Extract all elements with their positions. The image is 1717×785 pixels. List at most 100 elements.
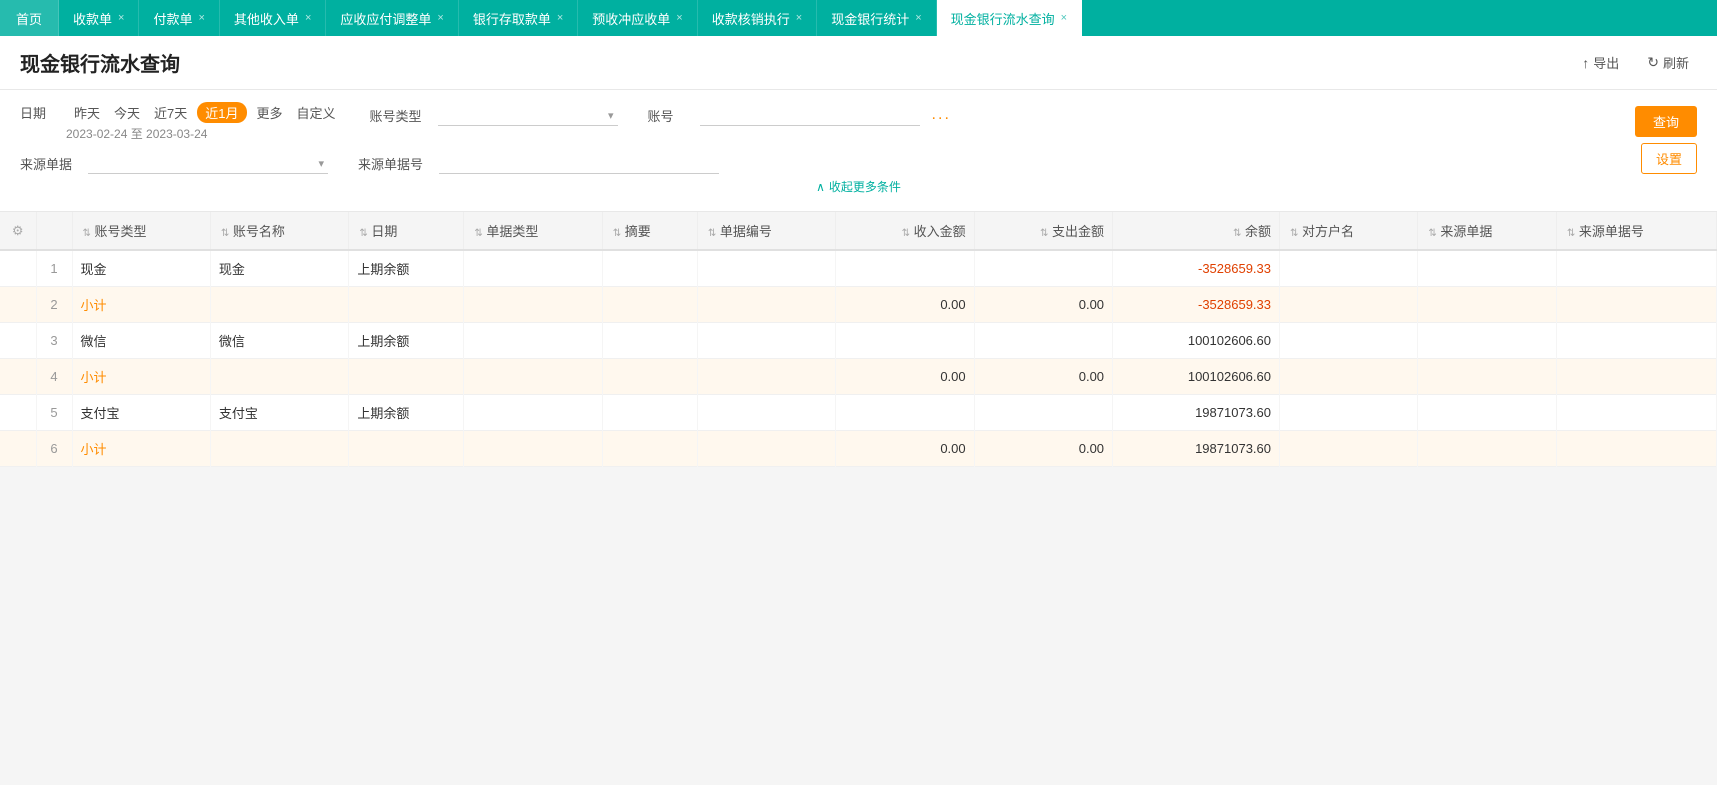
table-body: 1现金现金上期余额-3528659.332小计0.000.00-3528659.…: [0, 250, 1717, 467]
cell-balance: 100102606.60: [1113, 359, 1280, 395]
cell-balance: 19871073.60: [1113, 395, 1280, 431]
close-icon-0[interactable]: ×: [118, 12, 124, 24]
cell-expense: [974, 250, 1112, 287]
cell-source-doc: [1418, 359, 1556, 395]
sort-icon-5: ⇅: [613, 228, 621, 239]
table-row: 2小计0.000.00-3528659.33: [0, 287, 1717, 323]
sort-icon-8: ⇅: [1040, 228, 1048, 239]
export-icon: ↑: [1582, 55, 1589, 71]
dots-button[interactable]: ...: [928, 106, 955, 124]
gear-icon[interactable]: ⚙: [8, 223, 28, 239]
col-income[interactable]: ⇅ 收入金额: [836, 212, 974, 250]
account-input[interactable]: [700, 104, 920, 126]
cell-income: 0.00: [836, 431, 974, 467]
nav-tab-7[interactable]: 现金银行统计 ×: [817, 0, 936, 36]
source-doc-num-input[interactable]: [439, 152, 719, 174]
nav-tab-2[interactable]: 其他收入单 ×: [220, 0, 326, 36]
close-icon-8[interactable]: ×: [1061, 12, 1067, 24]
date-opt-1[interactable]: 今天: [110, 102, 144, 123]
close-icon-1[interactable]: ×: [198, 12, 204, 24]
col-expense[interactable]: ⇅ 支出金额: [974, 212, 1112, 250]
close-icon-2[interactable]: ×: [305, 12, 311, 24]
col-date[interactable]: ⇅ 日期: [349, 212, 464, 250]
date-opt-4[interactable]: 更多: [253, 102, 287, 123]
date-opt-0[interactable]: 昨天: [70, 102, 104, 123]
refresh-button[interactable]: ↻ 刷新: [1639, 49, 1697, 76]
close-icon-5[interactable]: ×: [676, 12, 682, 24]
col-num: [36, 212, 72, 250]
btn-group-right: 查询 设置: [1635, 106, 1697, 174]
col-source-doc[interactable]: ⇅ 来源单据: [1418, 212, 1556, 250]
cell-num: 3: [36, 323, 72, 359]
col-counterpart[interactable]: ⇅ 对方户名: [1280, 212, 1418, 250]
nav-tab-4[interactable]: 银行存取款单 ×: [459, 0, 578, 36]
col-doc-no[interactable]: ⇅ 单据编号: [697, 212, 835, 250]
table-row: 1现金现金上期余额-3528659.33: [0, 250, 1717, 287]
col-source-doc-no[interactable]: ⇅ 来源单据号: [1556, 212, 1716, 250]
cell-summary: [602, 395, 697, 431]
cell-num: 2: [36, 287, 72, 323]
cell-account-name: 微信: [210, 323, 348, 359]
cell-account-type: 现金: [72, 250, 210, 287]
header-actions: ↑ 导出 ↻ 刷新: [1574, 49, 1697, 76]
cell-doc-type: [464, 431, 602, 467]
cell-counterpart: [1280, 250, 1418, 287]
cell-summary: [602, 250, 697, 287]
close-icon-3[interactable]: ×: [437, 12, 443, 24]
cell-summary: [602, 431, 697, 467]
cell-doc-type: [464, 395, 602, 431]
page-title: 现金银行流水查询: [20, 48, 180, 77]
cell-account-name: [210, 359, 348, 395]
nav-tab-8[interactable]: 现金银行流水查询 ×: [937, 0, 1082, 36]
date-options: 昨天 今天 近7天 近1月 更多 自定义: [70, 102, 340, 123]
cell-income: [836, 250, 974, 287]
data-table: ⚙ ⇅ 账号类型 ⇅ 账号名称 ⇅ 日期 ⇅ 单据类型: [0, 212, 1717, 467]
account-type-select[interactable]: [438, 104, 618, 126]
sort-icon-12: ⇅: [1567, 228, 1575, 239]
close-icon-6[interactable]: ×: [796, 12, 802, 24]
close-icon-4[interactable]: ×: [557, 12, 563, 24]
nav-tab-3[interactable]: 应收应付调整单 ×: [326, 0, 458, 36]
cell-income: 0.00: [836, 287, 974, 323]
nav-tab-5[interactable]: 预收冲应收单 ×: [578, 0, 697, 36]
cell-summary: [602, 359, 697, 395]
date-opt-5[interactable]: 自定义: [293, 102, 340, 123]
account-label: 账号: [648, 106, 684, 125]
nav-home[interactable]: 首页: [0, 0, 59, 36]
query-button[interactable]: 查询: [1635, 106, 1697, 137]
nav-tab-1[interactable]: 付款单 ×: [139, 0, 219, 36]
collapse-up-icon: ∧: [816, 180, 825, 194]
account-type-select-wrapper: ▾: [438, 104, 618, 126]
sort-icon-3: ⇅: [359, 228, 367, 239]
nav-tab-0[interactable]: 收款单 ×: [59, 0, 139, 36]
sort-icon-6: ⇅: [708, 228, 716, 239]
setting-button[interactable]: 设置: [1641, 143, 1697, 174]
date-opt-3[interactable]: 近1月: [197, 102, 246, 123]
sort-icon: ⇅: [83, 228, 91, 239]
cell-source-doc: [1418, 287, 1556, 323]
cell-date: 上期余额: [349, 323, 464, 359]
col-summary[interactable]: ⇅ 摘要: [602, 212, 697, 250]
date-opt-2[interactable]: 近7天: [150, 102, 191, 123]
export-button[interactable]: ↑ 导出: [1574, 49, 1627, 76]
account-type-label: 账号类型: [370, 106, 422, 125]
close-icon-7[interactable]: ×: [915, 12, 921, 24]
col-account-name[interactable]: ⇅ 账号名称: [210, 212, 348, 250]
collapse-bar[interactable]: ∧ 收起更多条件: [20, 174, 1697, 203]
sort-icon-11: ⇅: [1428, 228, 1436, 239]
cell-date: 上期余额: [349, 250, 464, 287]
cell-source-doc-no: [1556, 287, 1716, 323]
refresh-icon: ↻: [1647, 54, 1659, 71]
table-header-row: ⚙ ⇅ 账号类型 ⇅ 账号名称 ⇅ 日期 ⇅ 单据类型: [0, 212, 1717, 250]
cell-expense: 0.00: [974, 431, 1112, 467]
cell-date: [349, 287, 464, 323]
col-account-type[interactable]: ⇅ 账号类型: [72, 212, 210, 250]
table-row: 5支付宝支付宝上期余额19871073.60: [0, 395, 1717, 431]
col-doc-type[interactable]: ⇅ 单据类型: [464, 212, 602, 250]
cell-doc-no: [697, 431, 835, 467]
nav-tab-6[interactable]: 收款核销执行 ×: [698, 0, 817, 36]
cell-doc-no: [697, 323, 835, 359]
col-balance[interactable]: ⇅ 余额: [1113, 212, 1280, 250]
top-nav: 首页 收款单 × 付款单 × 其他收入单 × 应收应付调整单 × 银行存取款单 …: [0, 0, 1717, 36]
source-doc-select[interactable]: [88, 152, 328, 174]
